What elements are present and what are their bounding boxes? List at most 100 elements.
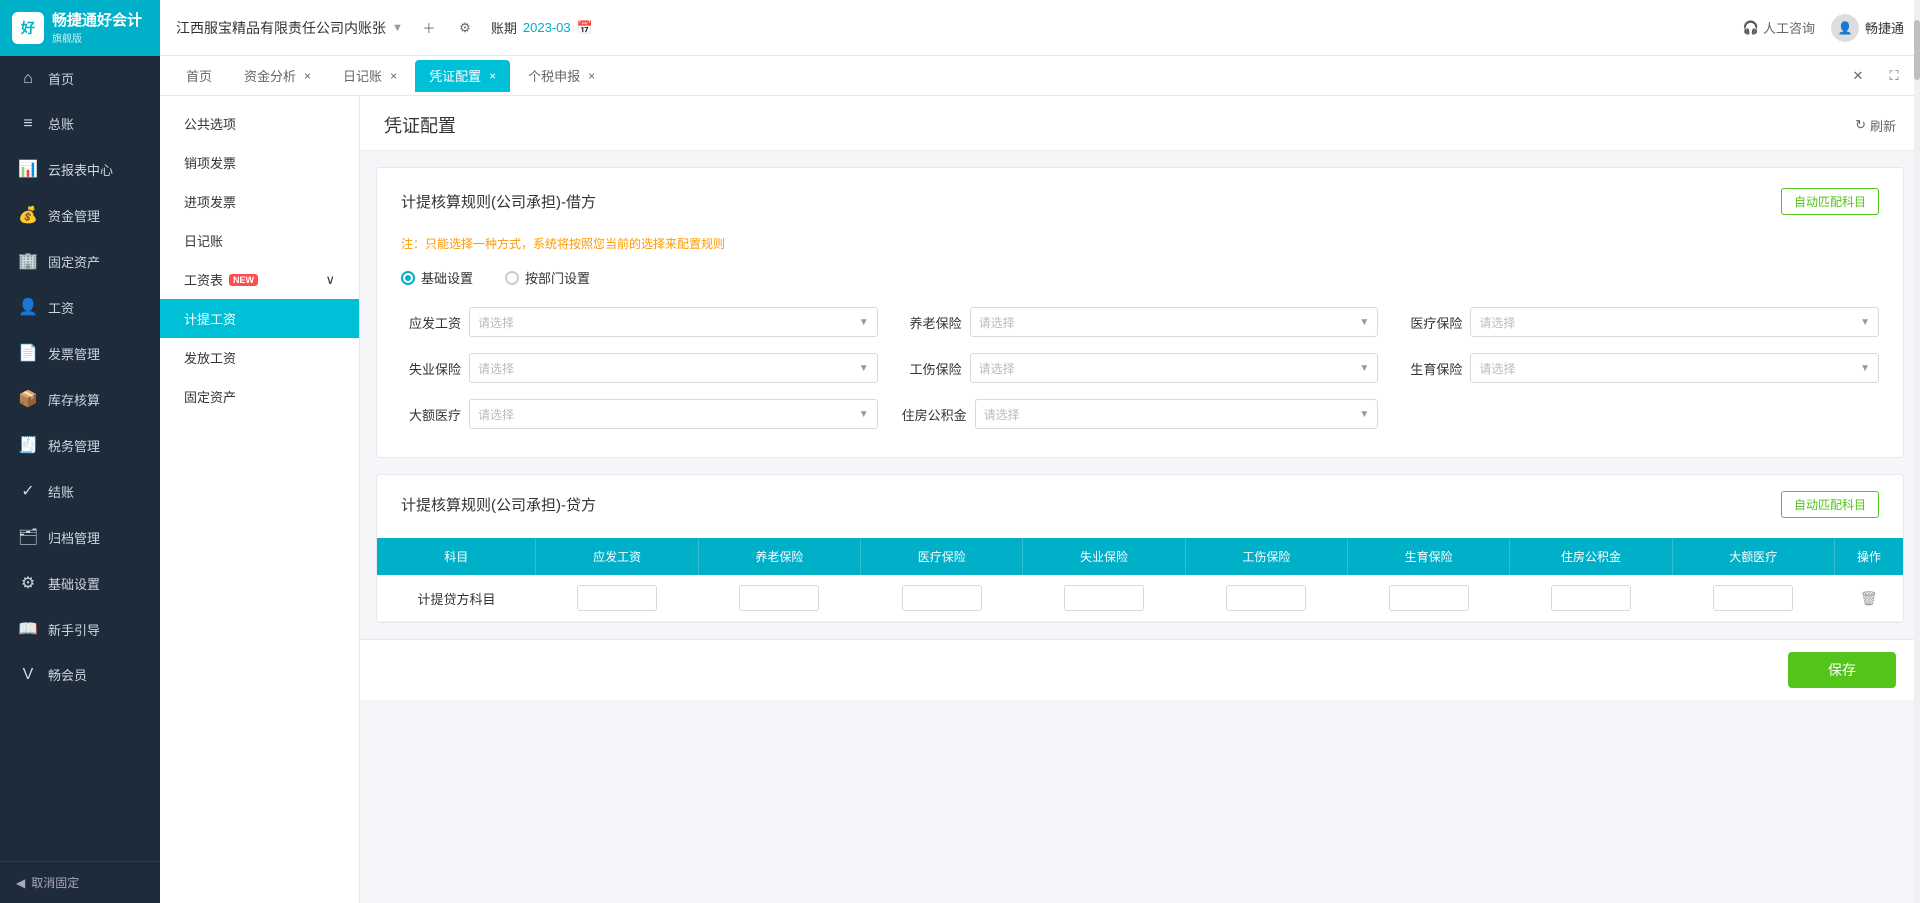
col-subject: 科目 <box>377 538 536 575</box>
sidebar-item-guide[interactable]: 📖 新手引导 <box>0 606 160 652</box>
menu-item-public[interactable]: 公共选项 <box>160 104 359 143</box>
cell-work-injury <box>1185 575 1347 622</box>
close-voucher-config-tab[interactable]: × <box>489 69 496 83</box>
sidebar-nav: ⌂ 首页 ≡ 总账 📊 云报表中心 💰 资金管理 🏢 固定资产 👤 工资 📄 发… <box>0 56 160 861</box>
sidebar-item-assets[interactable]: 🏢 固定资产 <box>0 238 160 284</box>
input-housing-fund[interactable] <box>1551 585 1631 611</box>
radio-by-dept[interactable]: 按部门设置 <box>505 268 590 287</box>
close-tax-filing-tab[interactable]: × <box>588 69 595 83</box>
tab-journal[interactable]: 日记账 × <box>329 60 411 92</box>
unpin-button[interactable]: ◀ 取消固定 <box>0 861 160 903</box>
dropdown-arrow-icon: ▼ <box>1359 363 1369 374</box>
radio-basic-circle <box>401 271 415 285</box>
pension-select[interactable]: 请选择 ▼ <box>970 307 1379 337</box>
large-medical-select[interactable]: 请选择 ▼ <box>469 399 878 429</box>
debit-auto-match-button[interactable]: 自动匹配科目 <box>1781 188 1879 215</box>
sidebar-item-fund[interactable]: 💰 资金管理 <box>0 192 160 238</box>
tab-home[interactable]: 首页 <box>172 60 226 92</box>
field-medical: 医疗保险 请选择 ▼ <box>1402 307 1879 337</box>
sidebar-item-salary[interactable]: 👤 工资 <box>0 284 160 330</box>
close-journal-tab[interactable]: × <box>390 69 397 83</box>
tab-fund-analysis[interactable]: 资金分析 × <box>230 60 325 92</box>
input-gross-salary[interactable] <box>577 585 657 611</box>
col-large-medical: 大额医疗 <box>1672 538 1834 575</box>
dropdown-arrow-icon: ▼ <box>859 363 869 374</box>
menu-item-journal[interactable]: 日记账 <box>160 221 359 260</box>
period-selector[interactable]: 账期 2023-03 📅 <box>491 18 593 37</box>
housing-fund-select[interactable]: 请选择 ▼ <box>975 399 1379 429</box>
sidebar-item-close[interactable]: ✓ 结账 <box>0 468 160 514</box>
content-area: 凭证配置 ↻ 刷新 计提核算规则(公司承担)-借方 自动匹配科目 注：只能选择一… <box>360 96 1920 903</box>
company-selector[interactable]: 江西服宝精品有限责任公司内账张 ▼ <box>176 18 403 38</box>
scrollbar-track[interactable] <box>1914 96 1920 903</box>
maternity-select[interactable]: 请选择 ▼ <box>1470 353 1879 383</box>
archive-icon: 🗂 <box>18 527 38 547</box>
headset-icon: 🎧 <box>1743 20 1759 36</box>
menu-item-fixed-assets[interactable]: 固定资产 <box>160 377 359 416</box>
large-medical-label: 大额医疗 <box>401 405 461 424</box>
radio-basic[interactable]: 基础设置 <box>401 268 473 287</box>
input-pension[interactable] <box>739 585 819 611</box>
calendar-icon: 📅 <box>577 20 593 36</box>
unemployment-select[interactable]: 请选择 ▼ <box>469 353 878 383</box>
sidebar-item-settings[interactable]: ⚙ 基础设置 <box>0 560 160 606</box>
menu-item-purchase-invoice[interactable]: 进项发票 <box>160 182 359 221</box>
credit-table-body: 计提贷方科目 <box>377 575 1903 622</box>
settings-button[interactable]: ⚙ <box>451 14 479 42</box>
delete-row-button[interactable]: 🗑 <box>1860 590 1878 606</box>
gross-salary-select[interactable]: 请选择 ▼ <box>469 307 878 337</box>
sidebar-item-home[interactable]: ⌂ 首页 <box>0 56 160 101</box>
tabs-bar: 首页 资金分析 × 日记账 × 凭证配置 × 个税申报 × ✕ ⛶ <box>160 56 1920 96</box>
sidebar: 好 畅捷通好会计 旗舰版 ⌂ 首页 ≡ 总账 📊 云报表中心 💰 资金管理 🏢 … <box>0 0 160 903</box>
topbar: 江西服宝精品有限责任公司内账张 ▼ ＋ ⚙ 账期 2023-03 📅 🎧 人工咨… <box>160 0 1920 56</box>
sidebar-item-inventory[interactable]: 📦 库存核算 <box>0 376 160 422</box>
user-menu[interactable]: 👤 畅捷通 <box>1831 14 1904 42</box>
cell-unemployment <box>1023 575 1185 622</box>
credit-table-header: 科目 应发工资 养老保险 医疗保险 失业保险 工伤保险 生育保险 住房公积金 大… <box>377 538 1903 575</box>
support-button[interactable]: 🎧 人工咨询 <box>1743 18 1815 37</box>
input-large-medical[interactable] <box>1713 585 1793 611</box>
input-work-injury[interactable] <box>1226 585 1306 611</box>
col-work-injury: 工伤保险 <box>1185 538 1347 575</box>
medical-label: 医疗保险 <box>1402 313 1462 332</box>
member-icon: V <box>18 666 38 684</box>
work-injury-select[interactable]: 请选择 ▼ <box>970 353 1379 383</box>
tax-icon: 🧾 <box>18 435 38 455</box>
close-window-button[interactable]: ✕ <box>1844 62 1872 90</box>
close-fund-analysis-tab[interactable]: × <box>304 69 311 83</box>
sidebar-item-invoice[interactable]: 📄 发票管理 <box>0 330 160 376</box>
maternity-label: 生育保险 <box>1402 359 1462 378</box>
cell-medical <box>861 575 1023 622</box>
field-unemployment: 失业保险 请选择 ▼ <box>401 353 878 383</box>
salary-icon: 👤 <box>18 297 38 317</box>
col-pension: 养老保险 <box>698 538 860 575</box>
debit-section-note: 注：只能选择一种方式，系统将按照您当前的选择来配置规则 <box>401 235 1879 252</box>
field-housing-fund: 住房公积金 请选择 ▼ <box>902 399 1379 429</box>
logo[interactable]: 好 畅捷通好会计 旗舰版 <box>0 0 160 56</box>
inventory-icon: 📦 <box>18 389 38 409</box>
expand-button[interactable]: ⛶ <box>1880 62 1908 90</box>
cell-large-medical <box>1672 575 1834 622</box>
menu-item-accrual-salary[interactable]: 计提工资 <box>160 299 359 338</box>
refresh-button[interactable]: ↻ 刷新 <box>1855 116 1896 135</box>
sidebar-item-member[interactable]: V 畅会员 <box>0 652 160 697</box>
credit-auto-match-button[interactable]: 自动匹配科目 <box>1781 491 1879 518</box>
reports-icon: 📊 <box>18 159 38 179</box>
menu-item-sales-invoice[interactable]: 销项发票 <box>160 143 359 182</box>
sidebar-item-tax[interactable]: 🧾 税务管理 <box>0 422 160 468</box>
input-medical[interactable] <box>902 585 982 611</box>
sidebar-item-ledger[interactable]: ≡ 总账 <box>0 101 160 146</box>
sidebar-item-reports[interactable]: 📊 云报表中心 <box>0 146 160 192</box>
sidebar-item-archive[interactable]: 🗂 归档管理 <box>0 514 160 560</box>
save-button[interactable]: 保存 <box>1788 652 1896 688</box>
input-maternity[interactable] <box>1389 585 1469 611</box>
bottom-bar: 保存 <box>360 639 1920 700</box>
medical-select[interactable]: 请选择 ▼ <box>1470 307 1879 337</box>
tab-voucher-config[interactable]: 凭证配置 × <box>415 60 510 92</box>
menu-item-pay-salary[interactable]: 发放工资 <box>160 338 359 377</box>
input-unemployment[interactable] <box>1064 585 1144 611</box>
dropdown-icon: ▼ <box>392 22 403 34</box>
tab-tax-filing[interactable]: 个税申报 × <box>514 60 609 92</box>
menu-item-payroll-table[interactable]: 工资表 NEW ∨ <box>160 260 359 299</box>
add-button[interactable]: ＋ <box>415 14 443 42</box>
